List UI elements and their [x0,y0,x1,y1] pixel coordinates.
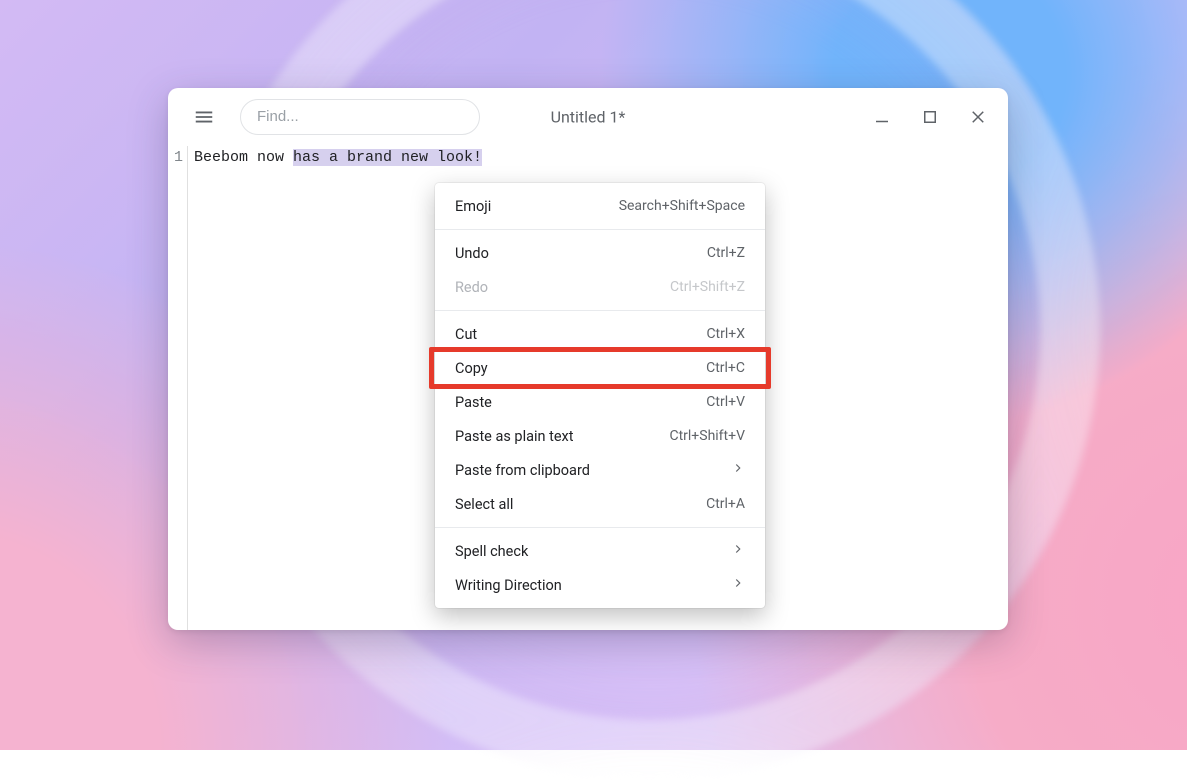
titlebar: Untitled 1* [168,88,1008,146]
minimize-button[interactable] [868,103,896,131]
menu-item-label: Emoji [455,198,491,215]
menu-item-select-all[interactable]: Select all Ctrl+A [435,487,765,521]
menu-item-shortcut: Ctrl+Z [707,245,745,261]
menu-item-cut[interactable]: Cut Ctrl+X [435,317,765,351]
chevron-right-icon [731,461,745,479]
menu-item-label: Spell check [455,543,528,560]
line-number-gutter: 1 [168,146,188,630]
menu-item-label: Copy [455,360,488,377]
window-controls [868,103,992,131]
menu-item-shortcut: Search+Shift+Space [619,198,745,214]
minimize-icon [873,108,891,126]
chevron-right-icon [731,542,745,560]
close-button[interactable] [964,103,992,131]
find-input[interactable] [257,108,463,125]
document-title: Untitled 1* [551,107,626,126]
menu-item-label: Redo [455,279,488,296]
menu-item-undo[interactable]: Undo Ctrl+Z [435,236,765,270]
menu-item-emoji[interactable]: Emoji Search+Shift+Space [435,189,765,223]
menu-item-shortcut: Ctrl+A [706,496,745,512]
menu-item-writing-direction[interactable]: Writing Direction [435,568,765,602]
menu-item-label: Paste [455,394,492,411]
menu-item-label: Paste as plain text [455,428,574,445]
menu-item-label: Undo [455,245,489,262]
menu-item-shortcut: Ctrl+Shift+Z [670,279,745,295]
menu-item-redo: Redo Ctrl+Shift+Z [435,270,765,304]
menu-button[interactable] [186,99,222,135]
menu-separator [435,527,765,528]
menu-item-shortcut: Ctrl+V [706,394,745,410]
menu-item-label: Select all [455,496,513,513]
text-plain: Beebom now [194,149,293,166]
menu-item-paste-as-plain-text[interactable]: Paste as plain text Ctrl+Shift+V [435,419,765,453]
menu-item-shortcut: Ctrl+X [706,326,745,342]
menu-item-spell-check[interactable]: Spell check [435,534,765,568]
menu-separator [435,310,765,311]
close-icon [969,108,987,126]
text-selection: has a brand new look! [293,149,482,166]
menu-item-label: Paste from clipboard [455,462,590,479]
menu-item-paste[interactable]: Paste Ctrl+V [435,385,765,419]
maximize-icon [921,108,939,126]
menu-item-paste-from-clipboard[interactable]: Paste from clipboard [435,453,765,487]
maximize-button[interactable] [916,103,944,131]
context-menu: Emoji Search+Shift+Space Undo Ctrl+Z Redo Ctr… [435,183,765,608]
menu-item-shortcut: Ctrl+C [706,360,745,376]
find-field[interactable] [240,99,480,135]
hamburger-icon [193,106,215,128]
line-number: 1 [168,148,187,168]
menu-item-label: Writing Direction [455,577,562,594]
menu-item-shortcut: Ctrl+Shift+V [669,428,745,444]
menu-item-copy[interactable]: Copy Ctrl+C [435,351,765,385]
chevron-right-icon [731,576,745,594]
menu-item-label: Cut [455,326,477,343]
menu-separator [435,229,765,230]
